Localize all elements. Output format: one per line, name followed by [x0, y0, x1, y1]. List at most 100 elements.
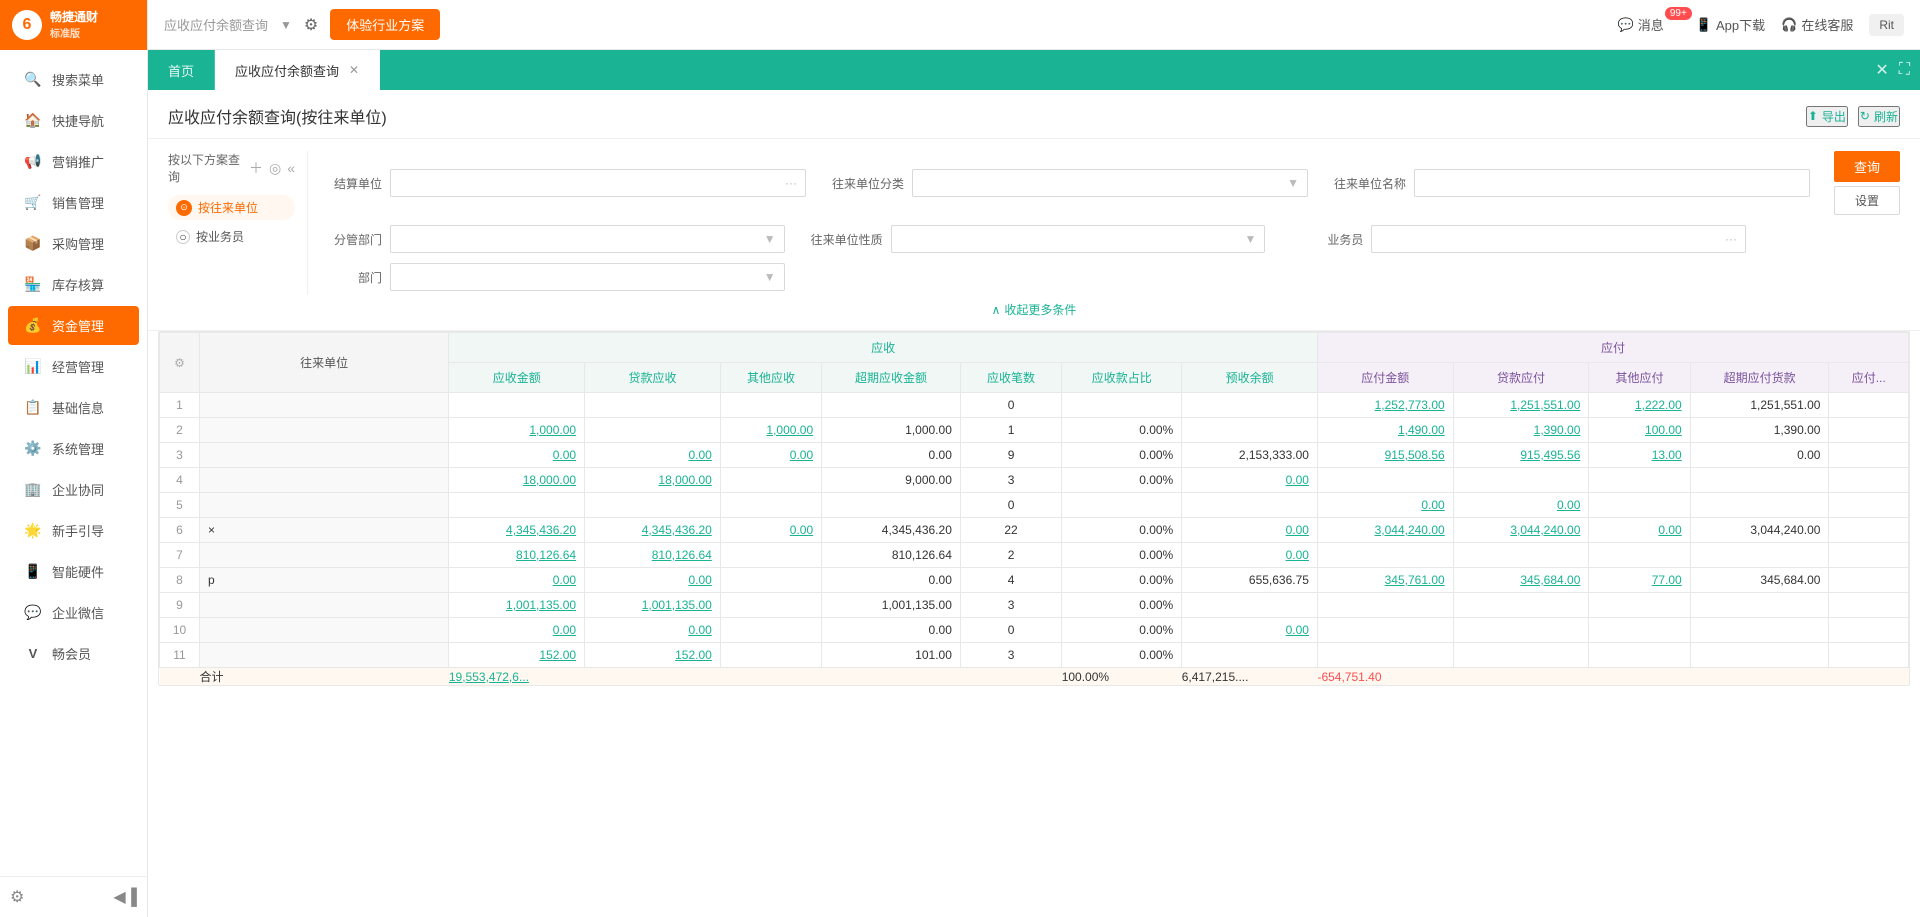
solution-button[interactable]: 体验行业方案: [330, 9, 440, 40]
department-input[interactable]: ▼: [390, 263, 785, 291]
add-scheme-icon[interactable]: ＋: [249, 158, 263, 178]
table-row: 5 0 0.00 0.00: [160, 493, 1909, 518]
breadcrumb: 应收应付余额查询: [164, 15, 268, 34]
dept-manager-input[interactable]: ▼: [390, 225, 785, 253]
message-button[interactable]: 💬 消息 99+: [1618, 15, 1680, 34]
wechat-icon: 💬: [24, 604, 42, 621]
sales-icon: 🛒: [24, 194, 42, 211]
sidebar-item-inventory[interactable]: 🏪 库存核算: [8, 265, 139, 304]
back-scheme-icon[interactable]: «: [287, 160, 295, 176]
row-receivable-count: 0: [960, 393, 1061, 418]
user-info[interactable]: Rit: [1869, 14, 1904, 36]
tabbar: 首页 应收应付余额查询 ✕ ✕ ⛶: [148, 50, 1920, 90]
target-scheme-icon[interactable]: ◎: [269, 160, 281, 177]
unit-nature-arrow-icon: ▼: [1244, 232, 1256, 246]
topbar-right: 💬 消息 99+ 📱 App下载 🎧 在线客服 Rit: [1618, 14, 1904, 36]
sidebar-item-purchase[interactable]: 📦 采购管理: [8, 224, 139, 263]
row-more-payable: [1829, 393, 1909, 418]
collapse-filter-button[interactable]: ∧ 收起更多条件: [992, 301, 1077, 318]
unit-name-input[interactable]: [1414, 169, 1810, 197]
settings-button[interactable]: 设置: [1834, 186, 1900, 215]
sidebar-menu: 🔍 搜索菜单 🏠 快捷导航 📢 营销推广 🛒 销售管理 📦 采购管理 🏪 库存核…: [0, 50, 147, 876]
sidebar-item-label: 基础信息: [52, 398, 104, 417]
row-loan-receivable: [585, 393, 721, 418]
sidebar-item-search[interactable]: 🔍 搜索菜单: [8, 60, 139, 99]
settings-bottom-button[interactable]: ⚙: [10, 887, 24, 907]
close-tab-icon[interactable]: ✕: [349, 63, 359, 77]
table-row: 4 18,000.00 18,000.00 9,000.00 3 0.00% 0…: [160, 468, 1909, 493]
system-icon: ⚙️: [24, 440, 42, 457]
scheme-unit-label: 按往来单位: [198, 199, 258, 216]
refresh-button[interactable]: ↻ 刷新: [1858, 106, 1900, 127]
sidebar-item-operations[interactable]: 📊 经营管理: [8, 347, 139, 386]
label-department: 部门: [320, 269, 390, 286]
label-salesperson: 业务员: [1281, 231, 1371, 248]
settlement-unit-input[interactable]: ···: [390, 169, 806, 197]
row-unit: [200, 393, 449, 418]
operations-icon: 📊: [24, 358, 42, 375]
sidebar-item-label: 新手引导: [52, 521, 104, 540]
row-advance-balance: [1182, 393, 1318, 418]
sidebar-item-guide[interactable]: 🌟 新手引导: [8, 511, 139, 550]
sidebar-item-finance[interactable]: 💰 资金管理: [8, 306, 139, 345]
finance-icon: 💰: [24, 317, 42, 334]
table-row: 2 1,000.00 1,000.00 1,000.00 1 0.00% 1,4…: [160, 418, 1909, 443]
sidebar-item-wechat[interactable]: 💬 企业微信: [8, 593, 139, 632]
col-advance-balance: 预收余额: [1182, 363, 1318, 393]
sidebar-item-hardware[interactable]: 📱 智能硬件: [8, 552, 139, 591]
topbar-left: 应收应付余额查询 ▼ ⚙ 体验行业方案: [164, 9, 440, 40]
tab-home[interactable]: 首页: [148, 50, 215, 90]
sidebar-item-basic[interactable]: 📋 基础信息: [8, 388, 139, 427]
row-receivable-amount: [449, 393, 585, 418]
col-other-payable: 其他应付: [1589, 363, 1690, 393]
export-icon: ⬆: [1808, 109, 1818, 123]
sidebar-item-label: 快捷导航: [52, 111, 104, 130]
table-footer: 合计 19,553,472,6... 100.00% 6,417,215....…: [160, 668, 1909, 686]
salesperson-input[interactable]: ···: [1371, 225, 1746, 253]
sidebar-item-marketing[interactable]: 📢 营销推广: [8, 142, 139, 181]
scheme-by-unit[interactable]: ⊙ 按往来单位: [168, 195, 295, 220]
query-button[interactable]: 查询: [1834, 151, 1900, 182]
footer-empty9: [1829, 668, 1909, 686]
basic-icon: 📋: [24, 399, 42, 416]
maximize-icon[interactable]: ⛶: [1899, 61, 1910, 79]
table-row: 3 0.00 0.00 0.00 0.00 9 0.00% 2,153,333.…: [160, 443, 1909, 468]
export-button[interactable]: ⬆ 导出: [1806, 106, 1848, 127]
sidebar-item-system[interactable]: ⚙️ 系统管理: [8, 429, 139, 468]
online-service-button[interactable]: 🎧 在线客服: [1781, 15, 1853, 34]
col-settings[interactable]: ⚙: [160, 333, 200, 393]
row-payable-amount: 1,252,773.00: [1317, 393, 1453, 418]
footer-empty6: [1453, 668, 1589, 686]
tab-balance[interactable]: 应收应付余额查询 ✕: [215, 50, 380, 90]
footer-label: 合计: [200, 668, 449, 686]
row-other-receivable: [720, 393, 821, 418]
sidebar-item-vip[interactable]: V 畅会员: [8, 634, 139, 673]
message-icon: 💬: [1618, 17, 1634, 33]
app-download-button[interactable]: 📱 App下载: [1696, 15, 1765, 34]
sidebar-item-nav[interactable]: 🏠 快捷导航: [8, 101, 139, 140]
unit-nature-input[interactable]: ▼: [891, 225, 1266, 253]
settings-icon[interactable]: ⚙: [304, 15, 318, 35]
sidebar-bottom: ⚙ ◀▐: [0, 876, 147, 917]
sidebar: 6 畅捷通财 标准版 🔍 搜索菜单 🏠 快捷导航 📢 营销推广 🛒 销售管理 📦…: [0, 0, 148, 917]
scheme-staff-dot: ○: [176, 230, 190, 244]
balance-tab-label: 应收应付余额查询: [235, 61, 339, 80]
unit-category-input[interactable]: ▼: [912, 169, 1308, 197]
footer-empty: [160, 668, 200, 686]
collapse-sidebar-button[interactable]: ◀▐: [113, 887, 137, 907]
col-receivable-amount: 应收金额: [449, 363, 585, 393]
footer-empty8: [1690, 668, 1829, 686]
sidebar-item-sales[interactable]: 🛒 销售管理: [8, 183, 139, 222]
scheme-by-staff[interactable]: ○ 按业务员: [168, 224, 295, 249]
sidebar-item-label: 智能硬件: [52, 562, 104, 581]
footer-payable-total: -654,751.40: [1317, 668, 1453, 686]
main-content: 应收应付余额查询(按往来单位) ⬆ 导出 ↻ 刷新 按以下方案查询: [148, 90, 1920, 917]
row-no: 1: [160, 393, 200, 418]
col-other-receivable: 其他应收: [720, 363, 821, 393]
footer-empty3: [720, 668, 821, 686]
sidebar-item-enterprise[interactable]: 🏢 企业协同: [8, 470, 139, 509]
marketing-icon: 📢: [24, 153, 42, 170]
table-settings-gear-icon[interactable]: ⚙: [174, 356, 185, 370]
sidebar-item-label: 系统管理: [52, 439, 104, 458]
close-window-icon[interactable]: ✕: [1875, 60, 1888, 80]
